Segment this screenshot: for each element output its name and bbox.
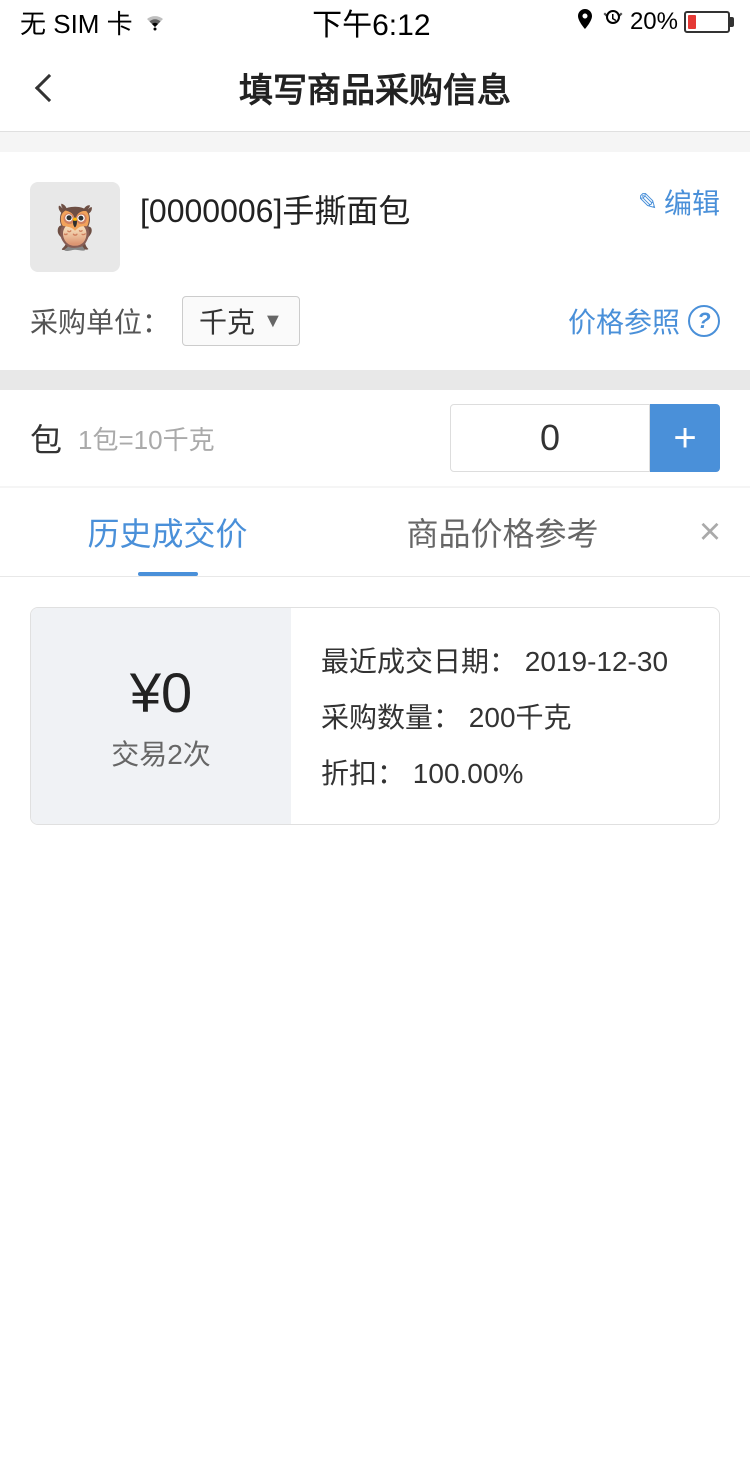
tabs-row: 历史成交价 商品价格参考 × <box>0 488 750 577</box>
product-card: 🦉 [0000006]手撕面包 ✎ 编辑 采购单位： 千克 ▼ 价格参照 ? <box>0 152 750 370</box>
product-unit-row: 采购单位： 千克 ▼ 价格参照 ? <box>30 296 720 346</box>
trade-price-section: ¥0 交易2次 <box>31 608 291 824</box>
section-divider <box>0 370 750 390</box>
page-title: 填写商品采购信息 <box>239 63 511 112</box>
back-arrow-icon <box>35 73 63 101</box>
quantity-left-section: 包 1包=10千克 <box>30 415 215 461</box>
tab-history-price[interactable]: 历史成交价 <box>0 488 335 576</box>
alarm-icon <box>602 8 624 37</box>
trade-quantity: 采购数量： 200千克 <box>321 696 689 736</box>
status-right-group: 20% <box>574 8 730 37</box>
trade-count-label: 交易2次 <box>111 733 211 773</box>
trade-card: ¥0 交易2次 最近成交日期： 2019-12-30 采购数量： 200千克 折… <box>30 607 720 825</box>
battery-indicator <box>684 11 730 33</box>
status-carrier: 无 SIM 卡 <box>20 4 169 41</box>
unit-conversion-label: 1包=10千克 <box>78 420 215 457</box>
price-reference-button[interactable]: 价格参照 ? <box>568 301 720 341</box>
product-top-row: 🦉 [0000006]手撕面包 ✎ 编辑 <box>30 182 720 272</box>
empty-content-area <box>0 865 750 1465</box>
location-icon <box>574 8 596 37</box>
trade-discount: 折扣： 100.00% <box>321 752 689 792</box>
trade-recent-date: 最近成交日期： 2019-12-30 <box>321 640 689 680</box>
close-panel-button[interactable]: × <box>670 488 750 576</box>
unit-box-label: 包 <box>30 415 62 461</box>
dropdown-arrow-icon: ▼ <box>263 310 283 333</box>
quantity-input[interactable] <box>450 404 650 472</box>
back-button[interactable] <box>0 44 88 132</box>
tab-active-indicator <box>138 572 198 576</box>
product-name: [0000006]手撕面包 <box>140 182 410 232</box>
bottom-panel: 历史成交价 商品价格参考 × ¥0 交易2次 最近成交日期： 2019-12-3… <box>0 488 750 865</box>
unit-section: 采购单位： 千克 ▼ <box>30 296 300 346</box>
tab-product-price-reference[interactable]: 商品价格参考 <box>335 488 670 576</box>
status-time: 下午6:12 <box>312 0 430 44</box>
trade-price-value: ¥0 <box>130 660 192 725</box>
product-owl-icon: 🦉 <box>48 201 103 253</box>
status-bar: 无 SIM 卡 下午6:12 20% <box>0 0 750 44</box>
edit-button[interactable]: ✎ 编辑 <box>638 182 720 222</box>
info-icon: ? <box>688 305 720 337</box>
product-thumbnail: 🦉 <box>30 182 120 272</box>
product-info-left: 🦉 [0000006]手撕面包 <box>30 182 638 272</box>
unit-select-dropdown[interactable]: 千克 ▼ <box>182 296 300 346</box>
page-header: 填写商品采购信息 <box>0 44 750 132</box>
quantity-row: 包 1包=10千克 + <box>0 390 750 486</box>
wifi-icon <box>141 7 169 38</box>
tab-content-history: ¥0 交易2次 最近成交日期： 2019-12-30 采购数量： 200千克 折… <box>0 577 750 865</box>
unit-label: 采购单位： <box>30 301 170 341</box>
quantity-plus-button[interactable]: + <box>650 404 720 472</box>
edit-pencil-icon: ✎ <box>638 188 658 217</box>
close-icon: × <box>699 511 721 554</box>
quantity-input-group: + <box>450 404 720 472</box>
trade-detail-section: 最近成交日期： 2019-12-30 采购数量： 200千克 折扣： 100.0… <box>291 608 719 824</box>
